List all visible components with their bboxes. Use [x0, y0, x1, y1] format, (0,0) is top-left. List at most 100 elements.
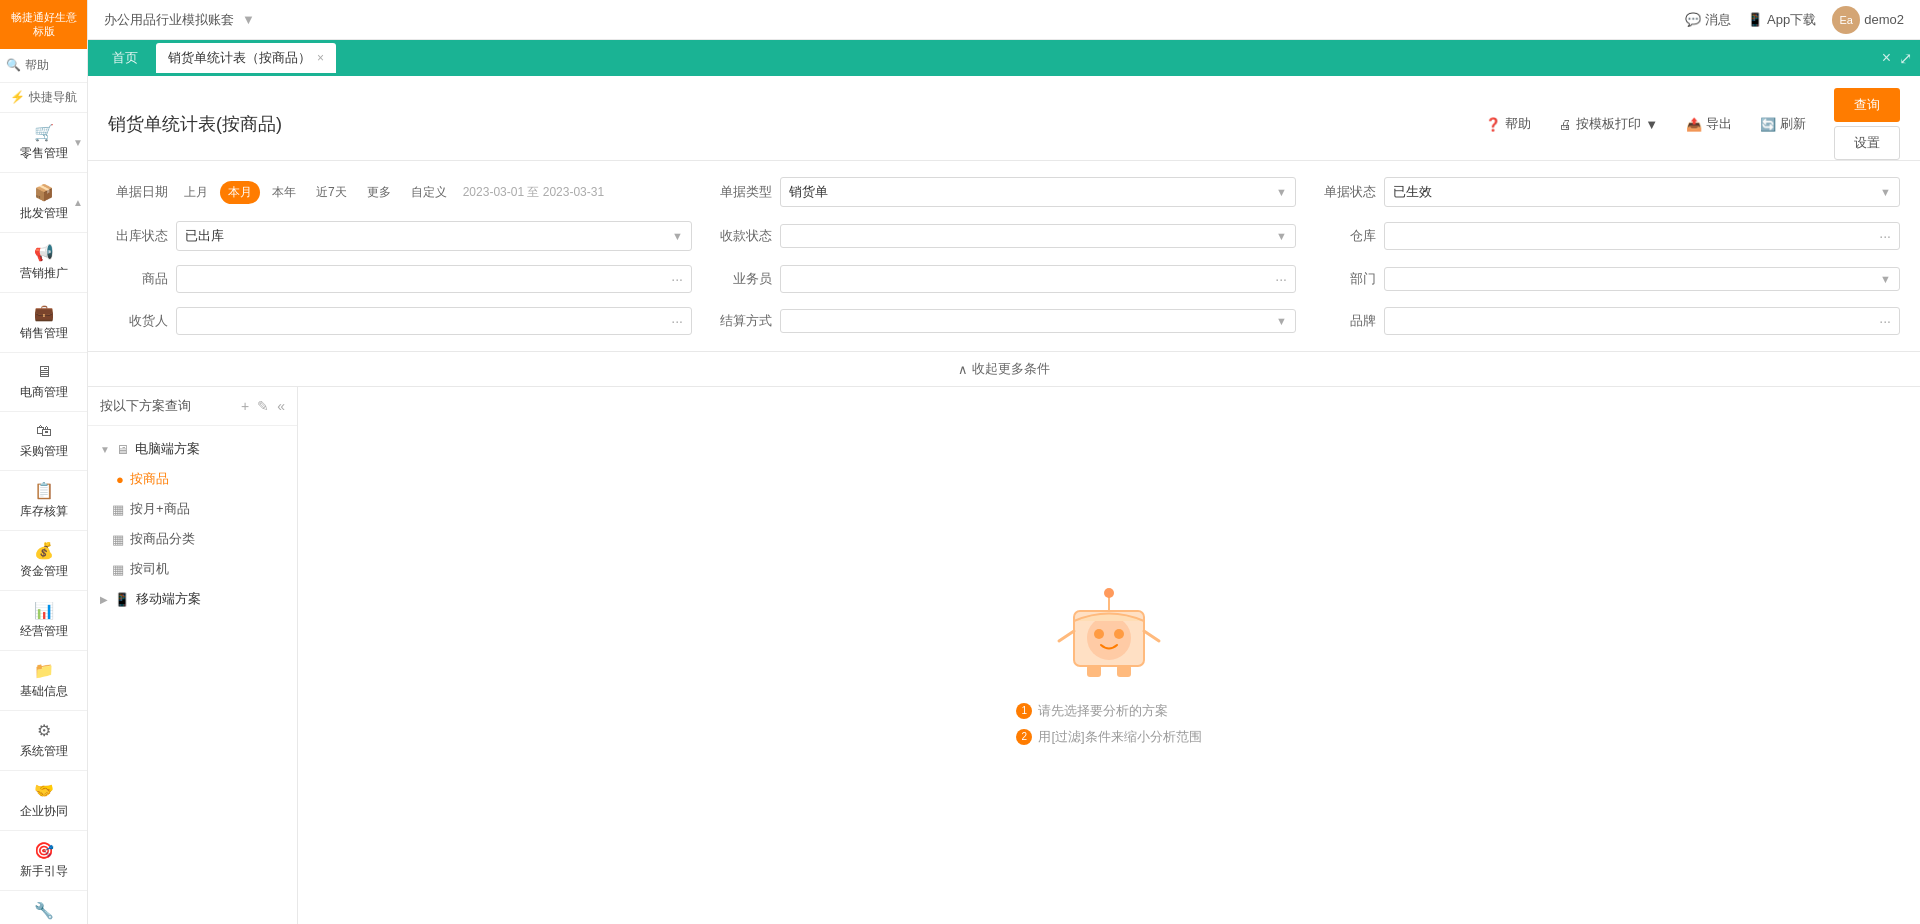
date-tab-custom[interactable]: 自定义 — [403, 181, 455, 204]
ecommerce-icon: 🖥 — [36, 363, 52, 381]
doc-status-select[interactable]: 已生效 ▼ — [1384, 177, 1900, 207]
collect-status-select[interactable]: ▼ — [780, 224, 1296, 248]
sidebar-quicknav[interactable]: ⚡ 快捷导航 — [0, 83, 87, 113]
filter-out-status: 出库状态 已出库 ▼ — [108, 221, 692, 251]
department-select[interactable]: ▼ — [1384, 267, 1900, 291]
tab-close-btn[interactable]: × — [317, 51, 324, 65]
print-btn[interactable]: 🖨 按模板打印 ▼ — [1551, 109, 1666, 139]
inventory-label: 库存核算 — [20, 503, 68, 520]
doc-type-select[interactable]: 销货单 ▼ — [780, 177, 1296, 207]
settle-select[interactable]: ▼ — [780, 309, 1296, 333]
brand-ellipsis[interactable]: ··· — [1879, 313, 1891, 329]
sidebar-item-guide[interactable]: 🎯 新手引导 — [0, 831, 87, 891]
out-status-select[interactable]: 已出库 ▼ — [176, 221, 692, 251]
driver-label: 按司机 — [130, 560, 169, 578]
schema-item-by-goods[interactable]: ● 按商品 — [88, 464, 297, 494]
help-btn[interactable]: ❓ 帮助 — [1477, 109, 1539, 139]
pc-group-arrow: ▼ — [100, 444, 110, 455]
dept-arrow: ▼ — [1880, 273, 1891, 285]
sidebar-item-basics[interactable]: 📁 基础信息 — [0, 651, 87, 711]
salesperson-ellipsis[interactable]: ··· — [1275, 271, 1287, 287]
message-btn[interactable]: 💬 消息 — [1685, 11, 1731, 29]
content-split: 按以下方案查询 + ✎ « ▼ 🖥 电脑端方案 — [88, 387, 1920, 924]
sidebar-search[interactable]: 🔍 帮助 — [0, 49, 87, 83]
schema-sub-month-goods-header[interactable]: ▦ 按月+商品 — [88, 494, 297, 524]
sidebar-item-sales[interactable]: 💼 销售管理 — [0, 293, 87, 353]
schema-sub-driver-header[interactable]: ▦ 按司机 — [88, 554, 297, 584]
salesperson-select[interactable]: ··· — [780, 265, 1296, 293]
receiver-ellipsis[interactable]: ··· — [671, 313, 683, 329]
settle-arrow: ▼ — [1276, 315, 1287, 327]
enterprise-label: 企业协同 — [20, 803, 68, 820]
tab-minimize-btn[interactable]: × — [1882, 49, 1891, 67]
filter-row-2: 出库状态 已出库 ▼ 收款状态 ▼ 仓库 — [108, 221, 1900, 251]
sidebar-item-purchase[interactable]: 🛍 采购管理 — [0, 412, 87, 471]
filter-doc-type: 单据类型 销货单 ▼ — [712, 177, 1296, 207]
doc-status-value: 已生效 — [1393, 183, 1432, 201]
sidebar-item-enterprise[interactable]: 🤝 企业协同 — [0, 771, 87, 831]
sidebar-item-wholesale[interactable]: 📦 批发管理 ▲ — [0, 173, 87, 233]
sidebar-item-marketing[interactable]: 📢 营销推广 — [0, 233, 87, 293]
warehouse-select[interactable]: ··· — [1384, 222, 1900, 250]
logo-area[interactable]: 畅捷通好生意 标版 — [0, 0, 87, 49]
app-download-btn[interactable]: 📱 App下载 — [1747, 11, 1816, 29]
sidebar-item-inventory[interactable]: 📋 库存核算 — [0, 471, 87, 531]
date-tab-more[interactable]: 更多 — [359, 181, 399, 204]
tab-active[interactable]: 销货单统计表（按商品） × — [156, 43, 336, 73]
schema-group-mobile-header[interactable]: ▶ 📱 移动端方案 — [88, 584, 297, 614]
quicknav-icon: ⚡ — [10, 90, 25, 104]
date-tab-lastmonth[interactable]: 上月 — [176, 181, 216, 204]
goods-ellipsis[interactable]: ··· — [671, 271, 683, 287]
inventory-icon: 📋 — [34, 481, 54, 500]
sidebar-item-system[interactable]: ⚙ 系统管理 — [0, 711, 87, 771]
brand-select[interactable]: ··· — [1384, 307, 1900, 335]
schema-edit-icon[interactable]: ✎ — [257, 398, 269, 414]
svg-point-3 — [1114, 629, 1124, 639]
enterprise-icon: 🤝 — [34, 781, 54, 800]
schema-collapse-icon[interactable]: « — [277, 398, 285, 414]
sidebar-item-operations[interactable]: 📊 经营管理 — [0, 591, 87, 651]
filter-row-4: 收货人 ··· 结算方式 ▼ 品牌 ··· — [108, 307, 1900, 335]
system-label: 系统管理 — [20, 743, 68, 760]
query-button[interactable]: 查询 — [1834, 88, 1900, 122]
sidebar-item-finance[interactable]: 💰 资金管理 — [0, 531, 87, 591]
date-tab-thismonth[interactable]: 本月 — [220, 181, 260, 204]
out-status-label: 出库状态 — [108, 227, 168, 245]
filter-warehouse: 仓库 ··· — [1316, 222, 1900, 250]
user-menu[interactable]: Ea demo2 — [1832, 6, 1904, 34]
message-label: 消息 — [1705, 11, 1731, 29]
guide-label: 新手引导 — [20, 863, 68, 880]
collapse-bar[interactable]: ∧ 收起更多条件 — [88, 352, 1920, 387]
tab-home[interactable]: 首页 — [96, 43, 154, 73]
receiver-select[interactable]: ··· — [176, 307, 692, 335]
filter-department: 部门 ▼ — [1316, 267, 1900, 291]
sidebar: 畅捷通好生意 标版 🔍 帮助 ⚡ 快捷导航 🛒 零售管理 ▼ 📦 批发管理 ▲ … — [0, 0, 88, 924]
collapse-icon: ∧ — [958, 362, 968, 377]
date-tab-7days[interactable]: 近7天 — [308, 181, 355, 204]
sales-icon: 💼 — [34, 303, 54, 322]
goods-select[interactable]: ··· — [176, 265, 692, 293]
warehouse-ellipsis[interactable]: ··· — [1879, 228, 1891, 244]
refresh-btn[interactable]: 🔄 刷新 — [1752, 109, 1814, 139]
tabbar: 首页 销货单统计表（按商品） × × ⤢ — [88, 40, 1920, 76]
retail-icon: 🛒 — [34, 123, 54, 142]
avatar: Ea — [1832, 6, 1860, 34]
schema-group-pc: ▼ 🖥 电脑端方案 ● 按商品 ▦ 按月+商品 — [88, 434, 297, 584]
svg-rect-9 — [1117, 665, 1131, 677]
schema-add-icon[interactable]: + — [241, 398, 249, 414]
active-tab-label: 销货单统计表（按商品） — [168, 49, 311, 67]
settings-button[interactable]: 设置 — [1834, 126, 1900, 160]
operations-label: 经营管理 — [20, 623, 68, 640]
industry-dropdown[interactable]: ▼ — [242, 12, 255, 27]
sidebar-item-retail[interactable]: 🛒 零售管理 ▼ — [0, 113, 87, 173]
tab-maximize-btn[interactable]: ⤢ — [1899, 49, 1912, 68]
export-btn[interactable]: 📤 导出 — [1678, 109, 1740, 139]
topbar: 办公用品行业模拟账套 ▼ 💬 消息 📱 App下载 Ea demo2 — [88, 0, 1920, 40]
schema-sub-goods-category: ▦ 按商品分类 — [88, 524, 297, 554]
schema-group-pc-header[interactable]: ▼ 🖥 电脑端方案 — [88, 434, 297, 464]
sidebar-item-appcenter[interactable]: 🔧 应用中心 — [0, 891, 87, 924]
date-tab-thisyear[interactable]: 本年 — [264, 181, 304, 204]
sidebar-item-ecommerce[interactable]: 🖥 电商管理 — [0, 353, 87, 412]
schema-sub-goods-category-header[interactable]: ▦ 按商品分类 — [88, 524, 297, 554]
goods-label: 商品 — [108, 270, 168, 288]
